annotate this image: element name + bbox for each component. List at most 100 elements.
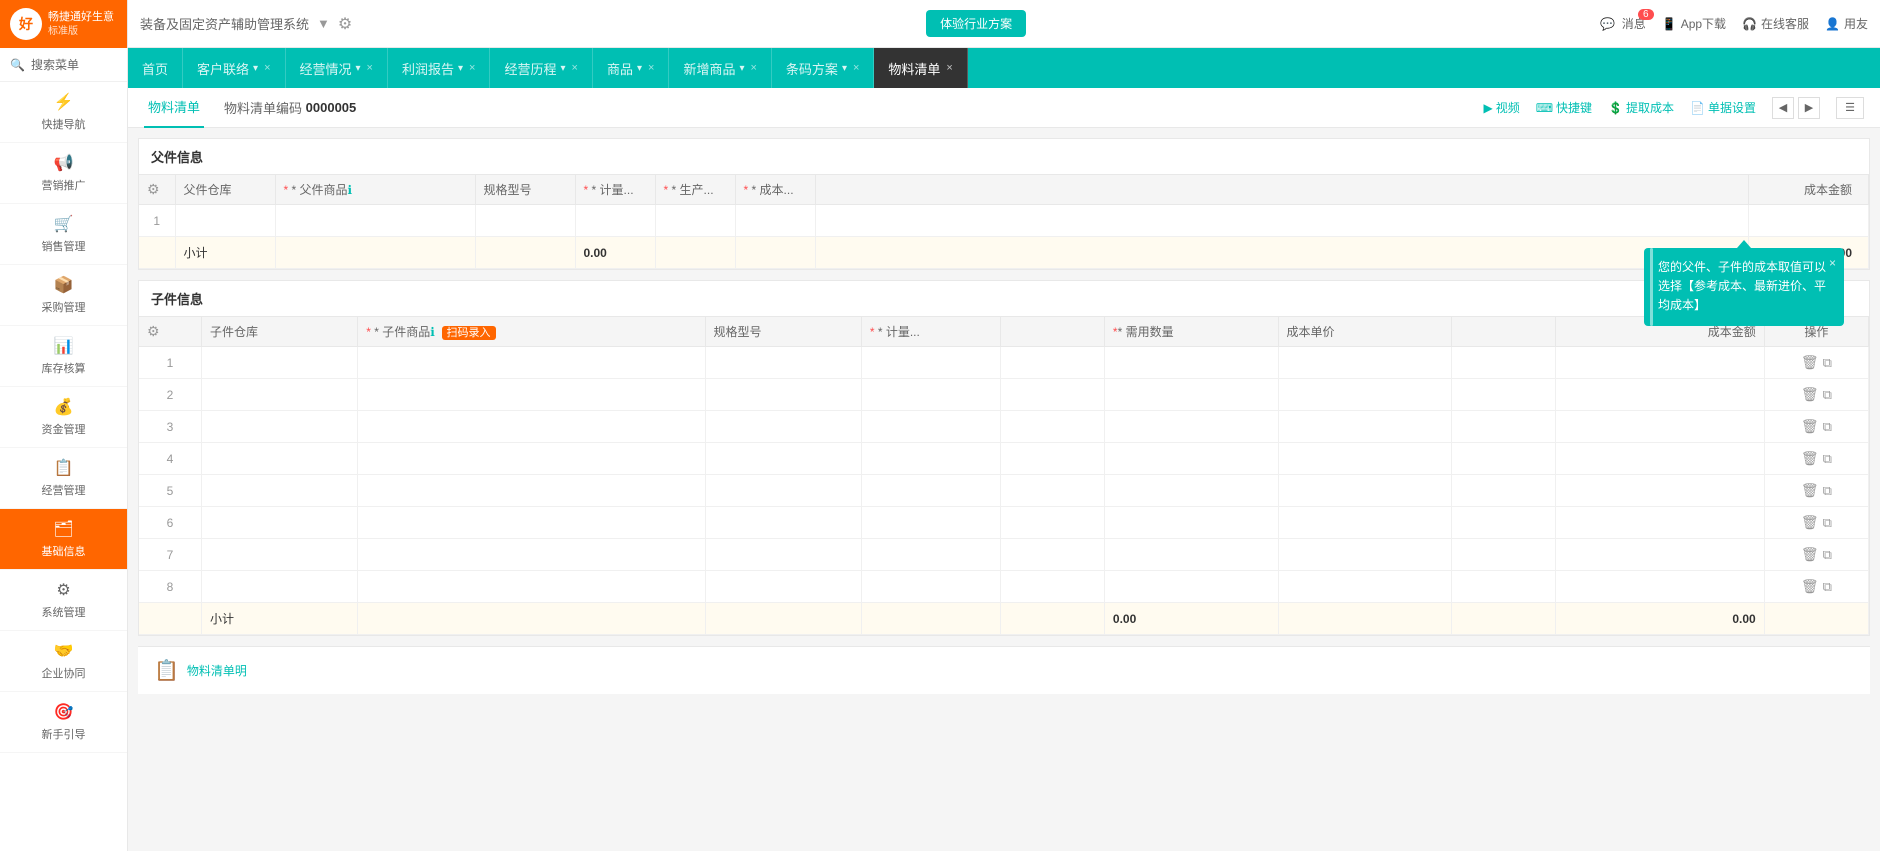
parent-spec-1[interactable] (475, 205, 575, 237)
child-settings-gear[interactable]: ⚙ (147, 323, 160, 339)
sidebar-item-system[interactable]: ⚙ 系统管理 (0, 570, 127, 631)
child-qty-1[interactable] (1104, 347, 1278, 379)
child-copy-3[interactable]: ⧉ (1823, 419, 1832, 435)
child-unit-cost-7[interactable] (1278, 539, 1452, 571)
tab-goods-close[interactable]: × (648, 62, 654, 74)
shortcut-action[interactable]: ⌨ 快捷键 (1536, 99, 1592, 116)
settings-icon[interactable]: ⚙ (338, 14, 352, 34)
tab-ops-history[interactable]: 经营历程 ▾ × (490, 48, 592, 88)
menu-btn[interactable]: ☰ (1836, 97, 1864, 119)
prev-arrow-btn[interactable]: ◀ (1772, 97, 1794, 119)
child-warehouse-4[interactable] (202, 443, 358, 475)
online-service-btn[interactable]: 🎧 在线客服 (1742, 15, 1809, 32)
child-product-1[interactable] (358, 347, 705, 379)
child-copy-6[interactable]: ⧉ (1823, 515, 1832, 531)
child-delete-7[interactable]: 🗑 (1801, 546, 1819, 563)
child-unit-cost-1[interactable] (1278, 347, 1452, 379)
child-warehouse-7[interactable] (202, 539, 358, 571)
child-copy-8[interactable]: ⧉ (1823, 579, 1832, 595)
tab-goods[interactable]: 商品 ▾ × (593, 48, 669, 88)
sidebar-item-sales[interactable]: 🛒 销售管理 (0, 204, 127, 265)
parent-cost-1[interactable] (735, 205, 815, 237)
child-copy-7[interactable]: ⧉ (1823, 547, 1832, 563)
child-qty-2[interactable] (1104, 379, 1278, 411)
sidebar-item-marketing[interactable]: 📢 营销推广 (0, 143, 127, 204)
child-delete-5[interactable]: 🗑 (1801, 482, 1819, 499)
tab-barcode[interactable]: 条码方案 ▾ × (772, 48, 874, 88)
child-warehouse-2[interactable] (202, 379, 358, 411)
child-measure-2[interactable] (861, 379, 1000, 411)
extract-cost-action[interactable]: 💲 提取成本 (1608, 99, 1674, 116)
tab-profit[interactable]: 利润报告 ▾ × (388, 48, 490, 88)
tab-customer-close[interactable]: × (264, 62, 270, 74)
child-measure-8[interactable] (861, 571, 1000, 603)
child-warehouse-6[interactable] (202, 507, 358, 539)
child-spec-8[interactable] (705, 571, 861, 603)
child-unit-cost-5[interactable] (1278, 475, 1452, 507)
child-unit-cost-6[interactable] (1278, 507, 1452, 539)
tab-new-goods[interactable]: 新增商品 ▾ × (669, 48, 771, 88)
child-warehouse-1[interactable] (202, 347, 358, 379)
child-delete-3[interactable]: 🗑 (1801, 418, 1819, 435)
sidebar-item-quick-nav[interactable]: ⚡ 快捷导航 (0, 82, 127, 143)
tab-profit-close[interactable]: × (469, 62, 475, 74)
child-spec-2[interactable] (705, 379, 861, 411)
child-spec-1[interactable] (705, 347, 861, 379)
child-warehouse-3[interactable] (202, 411, 358, 443)
page-tab-bom-list[interactable]: 物料清单 (144, 88, 204, 128)
user-btn[interactable]: 👤 用友 (1825, 15, 1868, 32)
child-delete-2[interactable]: 🗑 (1801, 386, 1819, 403)
parent-product-1[interactable] (275, 205, 475, 237)
app-download-btn[interactable]: 📱 App下载 (1662, 15, 1726, 32)
child-product-2[interactable] (358, 379, 705, 411)
child-unit-cost-8[interactable] (1278, 571, 1452, 603)
tab-bom-close[interactable]: × (946, 62, 952, 74)
child-qty-6[interactable] (1104, 507, 1278, 539)
scan-badge[interactable]: 扫码录入 (442, 326, 496, 340)
child-spec-4[interactable] (705, 443, 861, 475)
tab-customer[interactable]: 客户联络 ▾ × (183, 48, 285, 88)
child-qty-5[interactable] (1104, 475, 1278, 507)
tab-barcode-close[interactable]: × (853, 62, 859, 74)
sidebar-item-purchase[interactable]: 📦 采购管理 (0, 265, 127, 326)
bottom-list-icon[interactable]: 📋 (154, 658, 179, 683)
tab-ops-status[interactable]: 经营情况 ▾ × (286, 48, 388, 88)
child-copy-4[interactable]: ⧉ (1823, 451, 1832, 467)
child-copy-5[interactable]: ⧉ (1823, 483, 1832, 499)
child-unit-cost-4[interactable] (1278, 443, 1452, 475)
parent-measure-1[interactable] (575, 205, 655, 237)
tab-home[interactable]: 首页 (128, 48, 183, 88)
topbar-dropdown-arrow[interactable]: ▼ (317, 16, 330, 31)
child-measure-3[interactable] (861, 411, 1000, 443)
tab-ops-status-close[interactable]: × (367, 62, 373, 74)
parent-warehouse-1[interactable] (175, 205, 275, 237)
child-warehouse-5[interactable] (202, 475, 358, 507)
child-measure-1[interactable] (861, 347, 1000, 379)
child-qty-8[interactable] (1104, 571, 1278, 603)
message-btn[interactable]: 💬 6 消息 (1600, 15, 1646, 32)
tab-ops-history-close[interactable]: × (572, 62, 578, 74)
child-unit-cost-3[interactable] (1278, 411, 1452, 443)
child-unit-cost-2[interactable] (1278, 379, 1452, 411)
tab-new-goods-close[interactable]: × (750, 62, 756, 74)
child-product-3[interactable] (358, 411, 705, 443)
child-measure-6[interactable] (861, 507, 1000, 539)
child-measure-5[interactable] (861, 475, 1000, 507)
child-spec-5[interactable] (705, 475, 861, 507)
sidebar-search[interactable]: 🔍 搜索菜单 (0, 48, 127, 82)
sidebar-item-finance[interactable]: 💰 资金管理 (0, 387, 127, 448)
child-delete-6[interactable]: 🗑 (1801, 514, 1819, 531)
child-copy-1[interactable]: ⧉ (1823, 355, 1832, 371)
child-qty-3[interactable] (1104, 411, 1278, 443)
child-qty-4[interactable] (1104, 443, 1278, 475)
sidebar-item-basic-info[interactable]: 🗂 基础信息 (0, 509, 127, 570)
tab-bom[interactable]: 物料清单 × (874, 48, 967, 88)
view-action[interactable]: ▶ 视频 (1483, 99, 1519, 116)
child-copy-2[interactable]: ⧉ (1823, 387, 1832, 403)
child-warehouse-8[interactable] (202, 571, 358, 603)
child-delete-1[interactable]: 🗑 (1801, 354, 1819, 371)
sidebar-item-inventory[interactable]: 📊 库存核算 (0, 326, 127, 387)
sidebar-item-guide[interactable]: 🎯 新手引导 (0, 692, 127, 753)
next-arrow-btn[interactable]: ▶ (1798, 97, 1820, 119)
experience-btn[interactable]: 体验行业方案 (926, 10, 1026, 37)
